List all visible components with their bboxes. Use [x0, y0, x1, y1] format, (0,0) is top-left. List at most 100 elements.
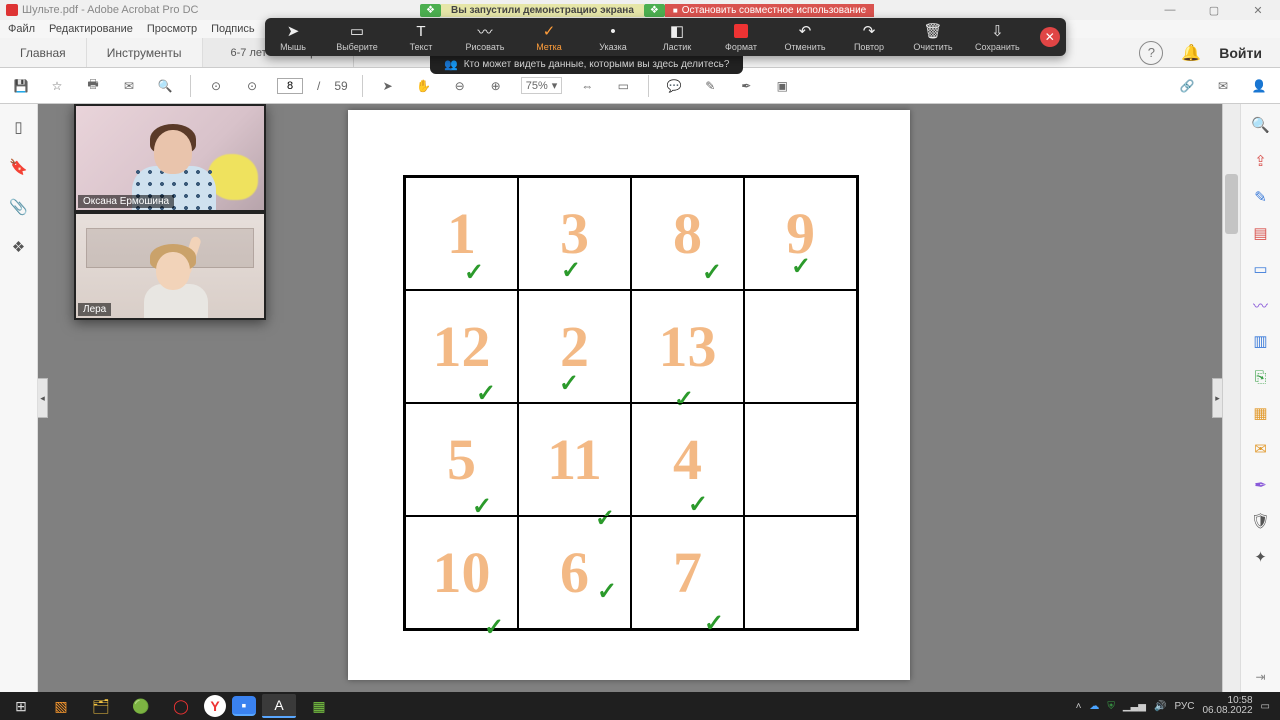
fit-width-icon[interactable]: ⇔	[576, 75, 598, 97]
zoom-tool-метка[interactable]: ✓Метка	[527, 22, 571, 52]
zoom-in-icon[interactable]: ⊕	[485, 75, 507, 97]
tray-av-icon[interactable]: ⛨	[1107, 701, 1115, 712]
taskbar-app-chrome[interactable]: 🟢	[124, 694, 158, 718]
zoom-tool-текст[interactable]: TТекст	[399, 22, 443, 52]
organize-icon[interactable]: ▥	[1250, 330, 1272, 352]
collapse-right-icon[interactable]: ⇥	[1255, 670, 1265, 684]
search-doc-icon[interactable]: 🔍	[154, 75, 176, 97]
menu-view[interactable]: Просмотр	[147, 23, 197, 35]
fit-page-icon[interactable]: ▭	[612, 75, 634, 97]
zoom-tool-рисовать[interactable]: 〰Рисовать	[463, 22, 507, 52]
help-icon[interactable]: ?	[1139, 41, 1163, 65]
more-tools-icon[interactable]: ✦	[1250, 546, 1272, 568]
share-icon[interactable]: 🔗	[1176, 75, 1198, 97]
zoom-tool-выберите[interactable]: ▭Выберите	[335, 22, 379, 52]
redact-icon[interactable]: ⎘	[1250, 366, 1272, 388]
tray-chevron-icon[interactable]: ˄	[1076, 701, 1082, 712]
search-icon[interactable]: 🔍	[1250, 114, 1272, 136]
system-tray[interactable]: ˄ ☁ ⛨ ▁▃▅ 🔊 РУС 10:5806.08.2022 ▭	[1076, 696, 1276, 716]
zoom-tool-label: Текст	[410, 42, 433, 52]
taskbar-app-other[interactable]: ▦	[302, 694, 336, 718]
taskbar-app-explorer[interactable]: 🗂	[84, 694, 118, 718]
zoom-tool-повтор[interactable]: ↷Повтор	[847, 22, 891, 52]
tray-clock[interactable]: 10:5806.08.2022	[1202, 696, 1252, 716]
login-button[interactable]: Войти	[1219, 45, 1262, 61]
tab-tools[interactable]: Инструменты	[87, 38, 203, 67]
tab-home[interactable]: Главная	[0, 38, 87, 67]
check-mark-icon: ✓	[702, 258, 722, 287]
fill-sign-icon[interactable]: ✒	[1250, 474, 1272, 496]
layers-icon[interactable]: ❖	[8, 236, 30, 258]
webcam-participant-1[interactable]: Оксана Ермошина	[74, 104, 266, 212]
expand-right-panel[interactable]: ▸	[1212, 378, 1222, 418]
expand-left-panel[interactable]: ◂	[38, 378, 48, 418]
taskbar-app-yandex[interactable]: Y	[204, 695, 226, 717]
cursor-icon[interactable]: ➤	[377, 75, 399, 97]
page-sep: /	[317, 79, 320, 93]
zoom-tool-формат[interactable]: Формат	[719, 22, 763, 52]
zoom-participants-panel[interactable]: Оксана Ермошина Лера	[74, 104, 266, 320]
zoom-select[interactable]: 75% ▾	[521, 77, 563, 94]
people-icon[interactable]: 👤	[1248, 75, 1270, 97]
taskbar-app-zoom[interactable]: ▪	[232, 696, 256, 716]
star-icon[interactable]: ☆	[46, 75, 68, 97]
compress-icon[interactable]: ▦	[1250, 402, 1272, 424]
tray-cloud-icon[interactable]: ☁	[1089, 701, 1099, 712]
schulte-cell: 13✓	[631, 290, 744, 403]
scroll-thumb[interactable]	[1225, 174, 1238, 234]
taskbar-app-acrobat[interactable]: A	[262, 694, 296, 718]
zoom-tool-указка[interactable]: •Указка	[591, 22, 635, 52]
comment-tool-icon[interactable]: ▭	[1250, 258, 1272, 280]
document-canvas[interactable]: 1✓3✓8✓9✓12✓2✓13✓5✓11✓4✓10✓6✓7✓ Оксана Ер…	[38, 104, 1222, 692]
zoom-tool-очистить[interactable]: 🗑Очистить	[911, 22, 955, 52]
vertical-scrollbar[interactable]	[1222, 104, 1240, 692]
page-down-icon[interactable]: ⊙	[241, 75, 263, 97]
start-button[interactable]: ⊞	[4, 694, 38, 718]
comment-icon[interactable]: 💬	[663, 75, 685, 97]
window-maximize[interactable]: ▢	[1192, 0, 1236, 20]
zoom-tool-label: Повтор	[854, 42, 884, 52]
zoom-tool-отменить[interactable]: ↶Отменить	[783, 22, 827, 52]
menu-file[interactable]: Файл	[8, 23, 35, 35]
zoom-tool-мышь[interactable]: ➤Мышь	[271, 22, 315, 52]
window-close[interactable]: ✕	[1236, 0, 1280, 20]
pages-icon[interactable]: ▯	[8, 116, 30, 138]
sign-icon[interactable]: ✒	[735, 75, 757, 97]
zoom-tools-close[interactable]: ✕	[1040, 27, 1060, 47]
taskbar-app-sublime[interactable]: ▧	[44, 694, 78, 718]
page-up-icon[interactable]: ⊙	[205, 75, 227, 97]
tray-volume-icon[interactable]: 🔊	[1154, 701, 1166, 712]
bookmarks-icon[interactable]: 🔖	[8, 156, 30, 178]
combine-icon[interactable]: 〰	[1250, 294, 1272, 316]
zoom-visibility-hint[interactable]: Кто может видеть данные, которыми вы зде…	[430, 55, 743, 74]
send-icon[interactable]: ✉	[1250, 438, 1272, 460]
menu-edit[interactable]: Редактирование	[49, 23, 133, 35]
print-icon[interactable]: 🖶	[82, 75, 104, 97]
bell-icon[interactable]: 🔔	[1181, 43, 1201, 63]
page-current-input[interactable]	[277, 78, 303, 94]
window-minimize[interactable]: —	[1148, 0, 1192, 20]
taskbar-app-opera[interactable]: ◯	[164, 694, 198, 718]
menu-sign[interactable]: Подпись	[211, 23, 255, 35]
tray-notifications-icon[interactable]: ▭	[1261, 701, 1270, 712]
mail-icon[interactable]: ✉	[118, 75, 140, 97]
envelope-icon[interactable]: ✉	[1212, 75, 1234, 97]
webcam-participant-2[interactable]: Лера	[74, 212, 266, 320]
hand-icon[interactable]: ✋	[413, 75, 435, 97]
save-icon[interactable]: 💾	[10, 75, 32, 97]
tray-network-icon[interactable]: ▁▃▅	[1123, 701, 1146, 712]
zoom-tool-label: Метка	[536, 42, 562, 52]
zoom-tool-сохранить[interactable]: ⇩Сохранить	[975, 22, 1020, 52]
stop-share-button[interactable]: Остановить совместное использование	[665, 4, 874, 17]
export-pdf-icon[interactable]: ⇪	[1250, 150, 1272, 172]
separator	[190, 75, 191, 97]
highlight-icon[interactable]: ✎	[699, 75, 721, 97]
zoom-out-icon[interactable]: ⊖	[449, 75, 471, 97]
create-pdf-icon[interactable]: ▤	[1250, 222, 1272, 244]
tray-language[interactable]: РУС	[1174, 701, 1194, 712]
edit-pdf-icon[interactable]: ✎	[1250, 186, 1272, 208]
stamp-icon[interactable]: ▣	[771, 75, 793, 97]
protect-icon[interactable]: 🛡	[1250, 510, 1272, 532]
zoom-tool-ластик[interactable]: ◧Ластик	[655, 22, 699, 52]
attachments-icon[interactable]: 📎	[8, 196, 30, 218]
